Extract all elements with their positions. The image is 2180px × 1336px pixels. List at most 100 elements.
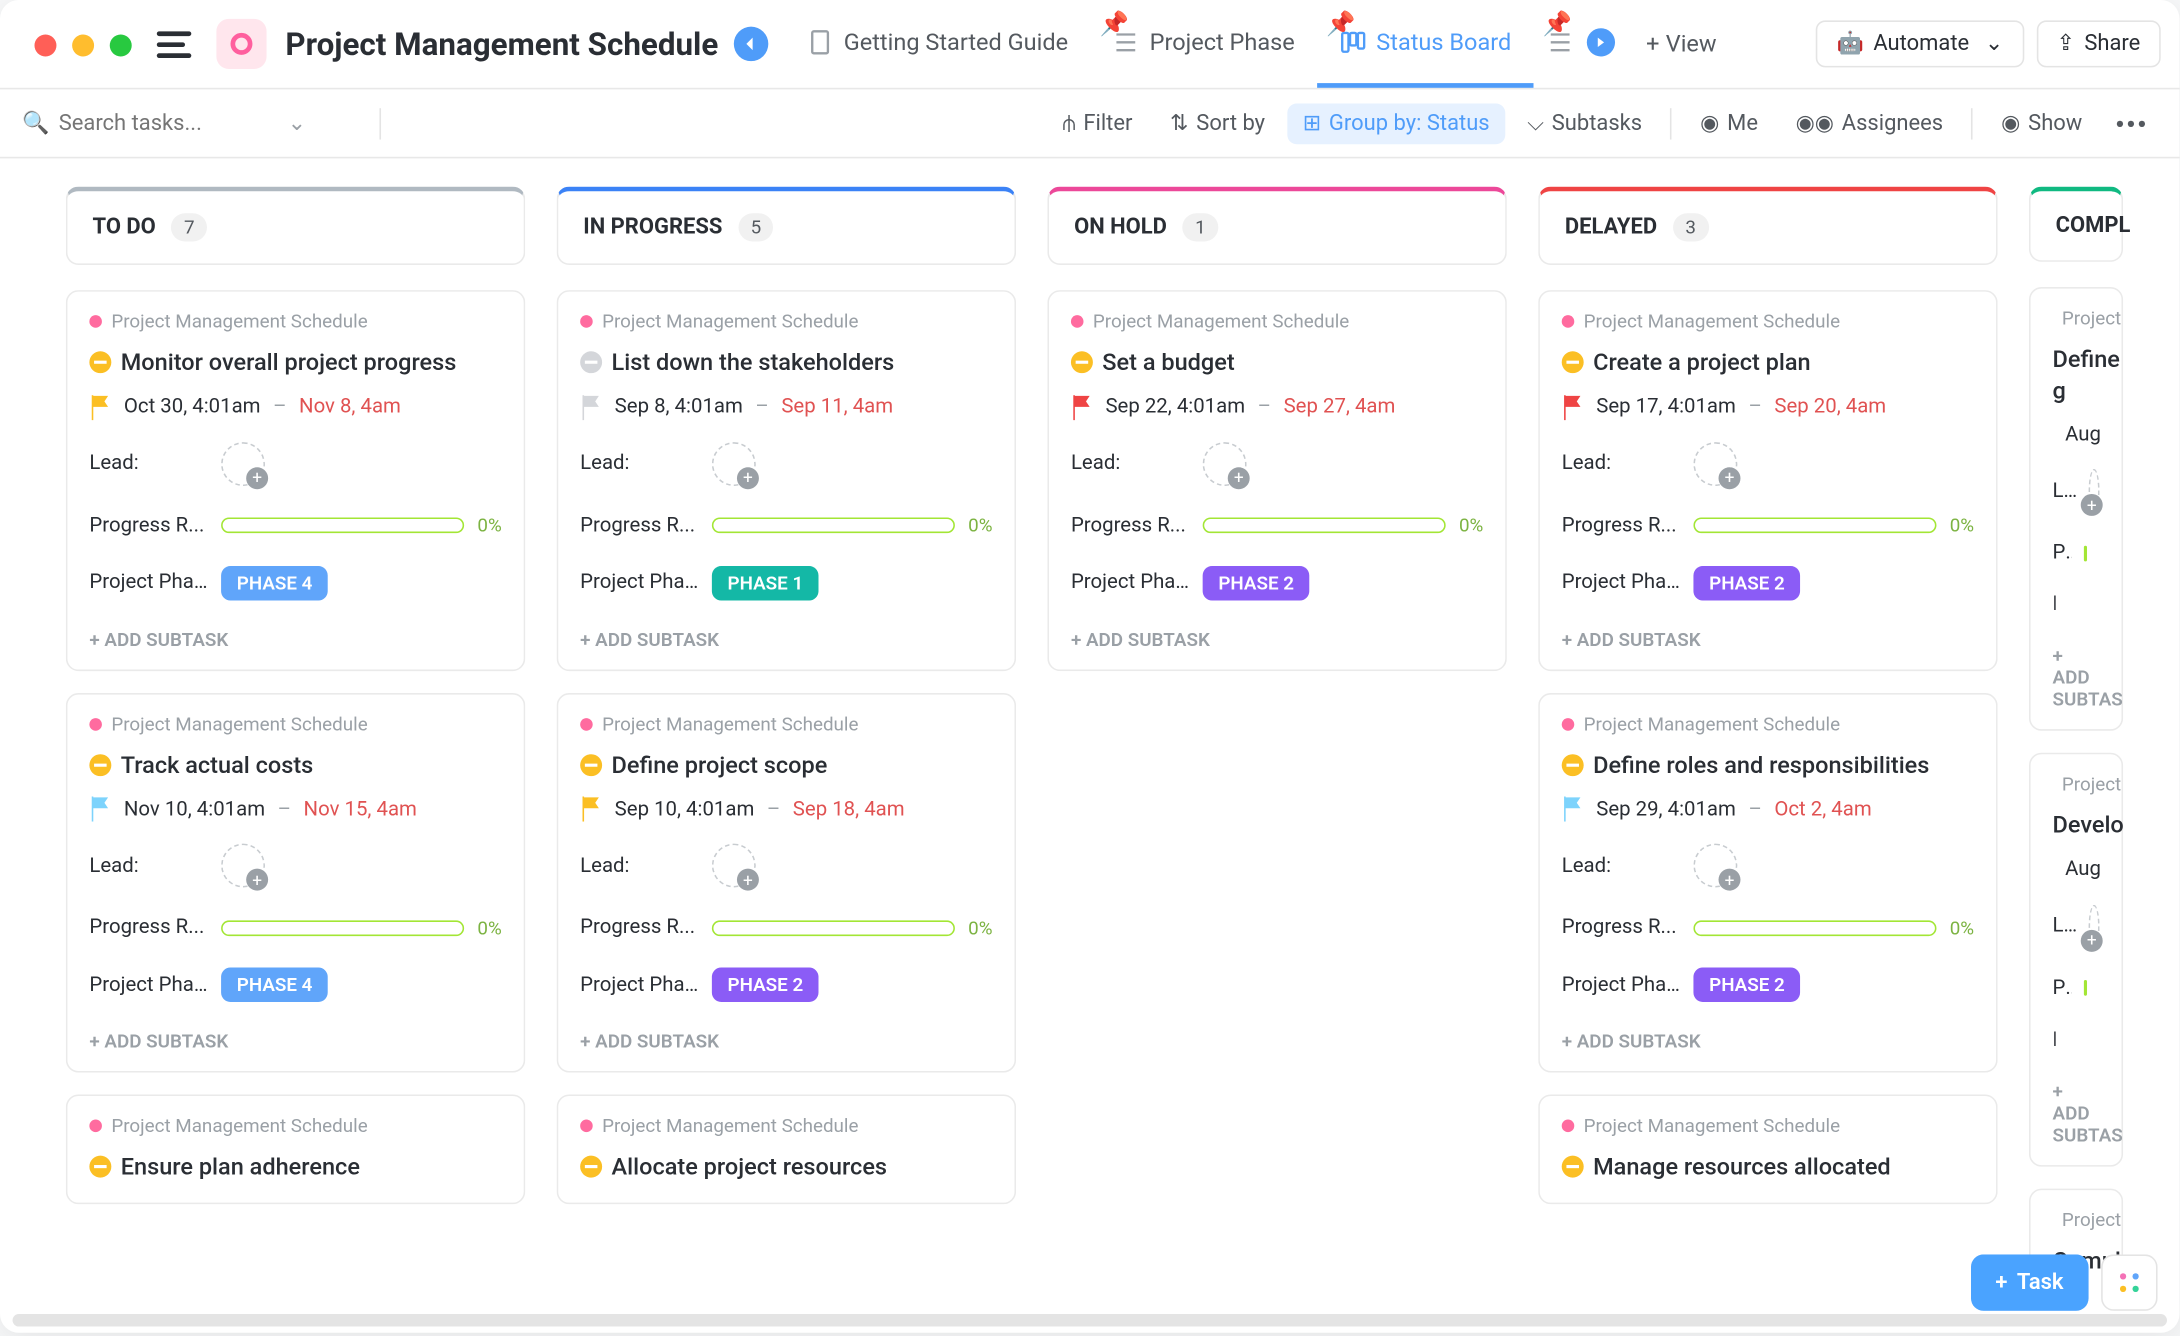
- add-view-label: View: [1666, 30, 1717, 58]
- filter-icon: ⫛: [1062, 111, 1075, 136]
- card-dates: Nov 10, 4:01am –Nov 15, 4am: [89, 797, 501, 822]
- tab-getting-started[interactable]: Getting Started Guide: [784, 0, 1090, 88]
- show-button[interactable]: ◉Show: [1985, 103, 2098, 144]
- column-header[interactable]: COMPL: [2029, 187, 2123, 262]
- progress-value: 0%: [477, 514, 501, 536]
- add-subtask-button[interactable]: + ADD SUBTASK: [1562, 1024, 1974, 1052]
- task-card[interactable]: Project Develop Aug Lead: Progress R... …: [2029, 753, 2123, 1166]
- progress-value: 0%: [1950, 916, 1974, 938]
- start-date: Sep 17, 4:01am: [1596, 395, 1736, 419]
- nav-back-icon[interactable]: [734, 27, 768, 61]
- add-assignee-icon[interactable]: [1203, 441, 1247, 485]
- window-close[interactable]: [34, 34, 56, 56]
- progress-value: 0%: [1459, 514, 1483, 536]
- column-header[interactable]: DELAYED 3: [1538, 187, 1997, 265]
- start-date: Aug: [2065, 858, 2101, 882]
- add-subtask-button[interactable]: + ADD SUBTASK: [1562, 622, 1974, 650]
- add-assignee-icon[interactable]: [221, 844, 265, 888]
- crumb-dot-icon: [580, 1120, 593, 1133]
- column-count: 5: [738, 213, 774, 241]
- window-minimize[interactable]: [72, 34, 94, 56]
- flag-icon: [1562, 394, 1584, 419]
- plus-icon: +: [1995, 1270, 2007, 1295]
- task-card[interactable]: Project Management Schedule Set a budget…: [1047, 290, 1506, 670]
- progress-row: Progress R...0%: [580, 507, 992, 543]
- task-card[interactable]: Project Management Schedule Manage resou…: [1538, 1094, 1997, 1203]
- progress-bar: [221, 517, 465, 533]
- add-assignee-icon[interactable]: [712, 844, 756, 888]
- add-subtask-button[interactable]: + ADD SUBTASK: [580, 622, 992, 650]
- lead-row: Lead:: [580, 435, 992, 491]
- card-title: Define roles and responsibilities: [1562, 750, 1974, 781]
- tab-project-phase[interactable]: 📌 Project Phase: [1090, 0, 1317, 88]
- add-assignee-icon[interactable]: [2088, 469, 2099, 513]
- pin-icon: 📌: [1326, 9, 1355, 37]
- lead-row: Lead:: [1562, 435, 1974, 491]
- status-icon: [1562, 1156, 1584, 1178]
- groupby-button[interactable]: ⊞Group by: Status: [1287, 103, 1505, 144]
- add-assignee-icon[interactable]: [1693, 441, 1737, 485]
- card-title: Define g: [2053, 345, 2100, 406]
- task-card[interactable]: Project Management Schedule Monitor over…: [66, 290, 525, 670]
- subtasks-button[interactable]: ⌵Subtasks: [1512, 103, 1658, 144]
- task-card[interactable]: Project Management Schedule Define proje…: [557, 692, 1016, 1072]
- task-card[interactable]: Project Management Schedule Track actual…: [66, 692, 525, 1072]
- share-button[interactable]: ⇪ Share: [2036, 20, 2161, 67]
- apps-button[interactable]: [2101, 1254, 2157, 1310]
- add-assignee-icon[interactable]: [2088, 904, 2099, 948]
- add-assignee-icon[interactable]: [712, 441, 756, 485]
- menu-icon[interactable]: [157, 24, 198, 65]
- tab-status-board[interactable]: 📌 Status Board: [1317, 0, 1534, 88]
- due-date: Sep 27, 4am: [1284, 395, 1396, 419]
- tab-label: Status Board: [1376, 27, 1511, 55]
- window-maximize[interactable]: [110, 34, 132, 56]
- next-tab-icon[interactable]: [1587, 27, 1615, 55]
- filter-button[interactable]: ⫛Filter: [1047, 103, 1148, 144]
- due-date: Sep 18, 4am: [793, 797, 905, 821]
- start-date: Nov 10, 4:01am: [124, 797, 265, 821]
- task-card[interactable]: Project Management Schedule Allocate pro…: [557, 1094, 1016, 1203]
- window-controls: [34, 34, 131, 56]
- column-header[interactable]: ON HOLD 1: [1047, 187, 1506, 265]
- task-card[interactable]: Project Management Schedule Define roles…: [1538, 692, 1997, 1072]
- add-subtask-button[interactable]: + ADD SUBTASK: [580, 1024, 992, 1052]
- card-dates: Sep 17, 4:01am –Sep 20, 4am: [1562, 394, 1974, 419]
- divider: [1971, 107, 1973, 138]
- breadcrumb: Project Management Schedule: [89, 310, 501, 332]
- add-subtask-button[interactable]: + ADD SUBTASK: [89, 622, 501, 650]
- search-input[interactable]: [59, 111, 279, 136]
- apps-icon: [2117, 1270, 2142, 1295]
- add-subtask-button[interactable]: + ADD SUBTASK: [2053, 638, 2100, 710]
- task-card[interactable]: Project Management Schedule Create a pro…: [1538, 290, 1997, 670]
- task-card[interactable]: Project Management Schedule List down th…: [557, 290, 1016, 670]
- phase-badge: PHASE 4: [221, 565, 328, 599]
- tab-label: Project Phase: [1150, 27, 1295, 55]
- lead-row: Lead:: [1071, 435, 1483, 491]
- task-card[interactable]: Project Management Schedule Ensure plan …: [66, 1094, 525, 1203]
- breadcrumb: Project Management Schedule: [89, 713, 501, 735]
- automate-button[interactable]: 🤖 Automate ⌄: [1816, 20, 2023, 67]
- progress-bar: [712, 517, 956, 533]
- add-assignee-icon[interactable]: [1693, 844, 1737, 888]
- more-icon[interactable]: [2104, 120, 2157, 126]
- add-subtask-button[interactable]: + ADD SUBTASK: [89, 1024, 501, 1052]
- task-card[interactable]: Project Define g Aug Lead: Progress R...…: [2029, 287, 2123, 731]
- add-subtask-button[interactable]: + ADD SUBTASK: [2053, 1073, 2100, 1145]
- phase-row: Project Pha...PHASE 2: [1562, 559, 1974, 606]
- assignees-button[interactable]: ◉◉Assignees: [1780, 103, 1959, 144]
- chevron-down-icon[interactable]: ⌄: [288, 111, 306, 136]
- horizontal-scrollbar[interactable]: [13, 1314, 2167, 1327]
- new-task-button[interactable]: + Task: [1970, 1254, 2088, 1310]
- breadcrumb: Project: [2053, 773, 2100, 795]
- column-header[interactable]: IN PROGRESS 5: [557, 187, 1016, 265]
- add-assignee-icon[interactable]: [221, 441, 265, 485]
- status-icon: [580, 1156, 602, 1178]
- add-view-button[interactable]: + View: [1627, 0, 1735, 88]
- column-header[interactable]: TO DO 7: [66, 187, 525, 265]
- status-icon: [580, 753, 602, 775]
- tab-more[interactable]: 📌: [1533, 0, 1627, 88]
- sort-button[interactable]: ⇅Sort by: [1154, 103, 1280, 144]
- add-subtask-button[interactable]: + ADD SUBTASK: [1071, 622, 1483, 650]
- breadcrumb: Project Management Schedule: [580, 713, 992, 735]
- me-button[interactable]: ◉Me: [1684, 103, 1773, 144]
